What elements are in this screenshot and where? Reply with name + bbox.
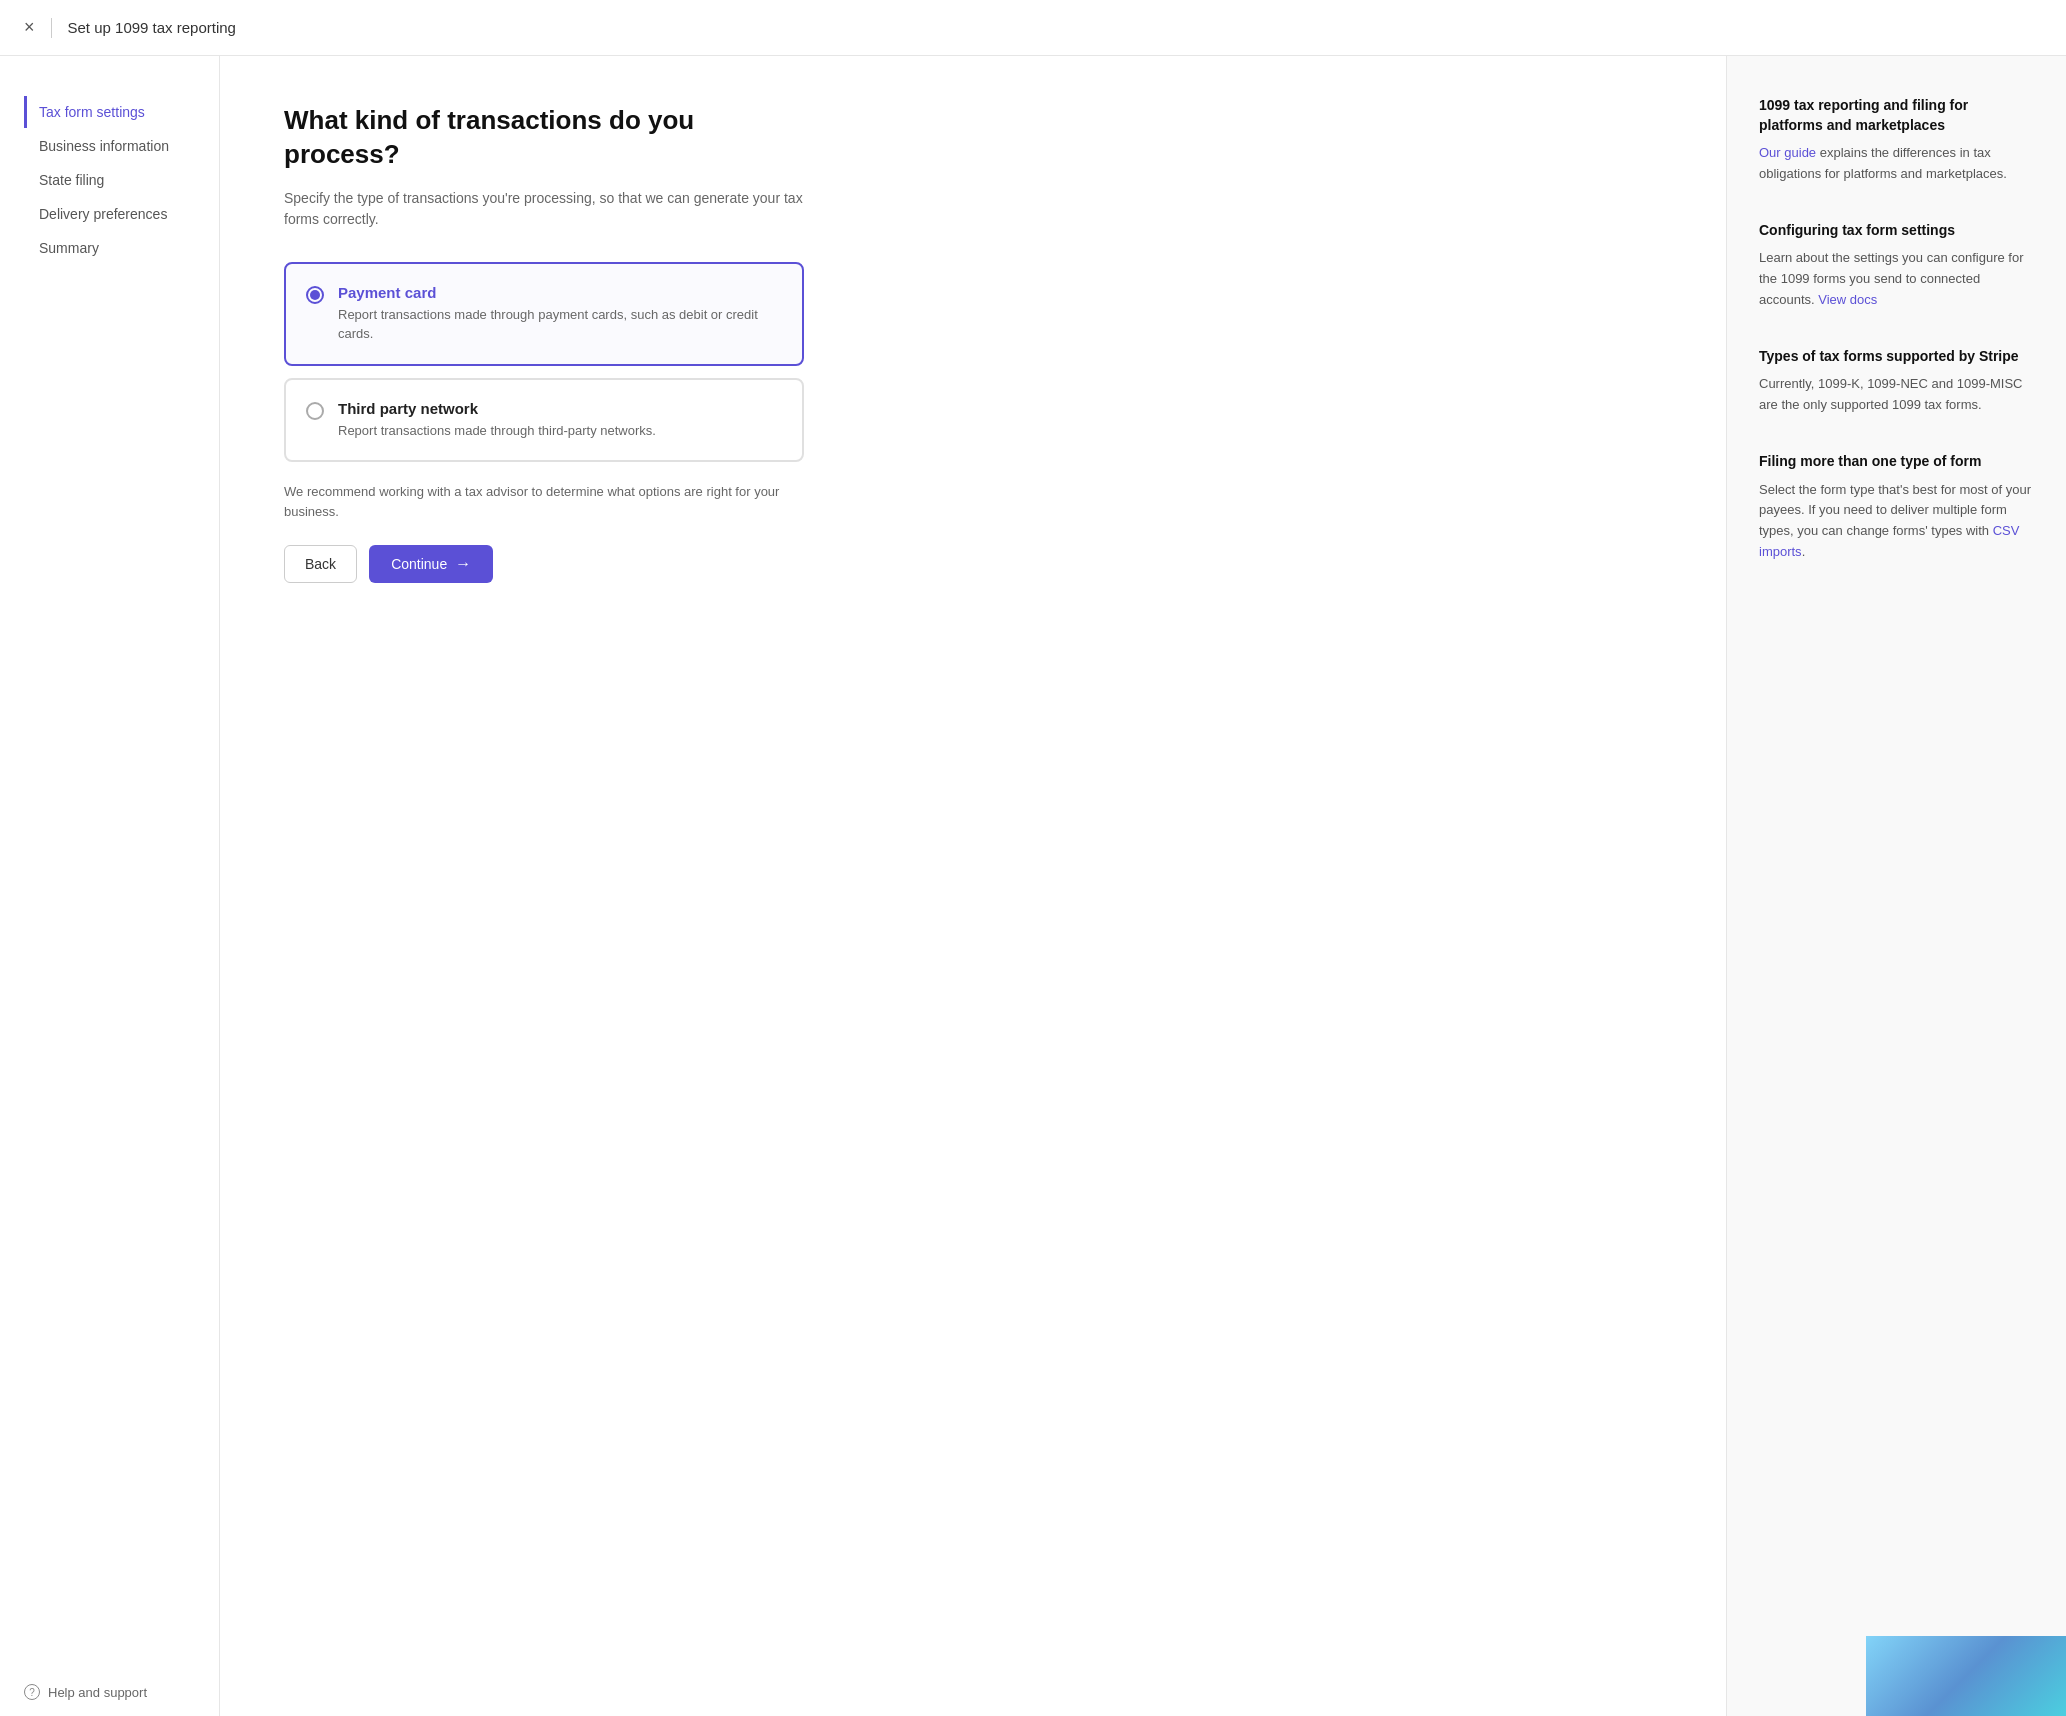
right-section-filing-multiple: Filing more than one type of form Select…: [1759, 452, 2034, 563]
sidebar-item-summary[interactable]: Summary: [24, 232, 195, 264]
option-third-party-network-content: Third party network Report transactions …: [338, 400, 656, 441]
sidebar-item-state-filing[interactable]: State filing: [24, 164, 195, 196]
main-layout: Tax form settings Business information S…: [0, 56, 2066, 1716]
option-third-party-network-desc: Report transactions made through third-p…: [338, 421, 656, 441]
option-payment-card-label: Payment card: [338, 284, 782, 301]
radio-payment-card: [306, 286, 324, 304]
option-payment-card[interactable]: Payment card Report transactions made th…: [284, 262, 804, 366]
sidebar-item-business-information[interactable]: Business information: [24, 130, 195, 162]
header-divider: [51, 18, 52, 38]
sidebar: Tax form settings Business information S…: [0, 56, 220, 1716]
right-section-types-text: Currently, 1099-K, 1099-NEC and 1099-MIS…: [1759, 374, 2034, 416]
option-payment-card-content: Payment card Report transactions made th…: [338, 284, 782, 344]
header-title: Set up 1099 tax reporting: [68, 19, 236, 36]
page-subtitle: Specify the type of transactions you're …: [284, 188, 804, 230]
right-panel: 1099 tax reporting and filing for platfo…: [1726, 56, 2066, 1716]
option-third-party-network[interactable]: Third party network Report transactions …: [284, 378, 804, 463]
help-icon: ?: [24, 1684, 40, 1700]
right-section-platforms-text: Our guide explains the differences in ta…: [1759, 143, 2034, 185]
help-support-label: Help and support: [48, 1685, 147, 1700]
option-payment-card-desc: Report transactions made through payment…: [338, 305, 782, 344]
right-section-platforms-title: 1099 tax reporting and filing for platfo…: [1759, 96, 2034, 135]
right-section-types-title: Types of tax forms supported by Stripe: [1759, 347, 2034, 367]
option-third-party-network-label: Third party network: [338, 400, 656, 417]
content-main: What kind of transactions do you process…: [284, 104, 804, 583]
right-section-configuring-title: Configuring tax form settings: [1759, 221, 2034, 241]
page-title: What kind of transactions do you process…: [284, 104, 804, 172]
back-button[interactable]: Back: [284, 545, 357, 583]
right-section-configuring: Configuring tax form settings Learn abou…: [1759, 221, 2034, 311]
content-area: What kind of transactions do you process…: [220, 56, 1726, 1716]
right-section-platforms: 1099 tax reporting and filing for platfo…: [1759, 96, 2034, 185]
view-docs-link[interactable]: View docs: [1818, 292, 1877, 307]
sidebar-item-delivery-preferences[interactable]: Delivery preferences: [24, 198, 195, 230]
radio-third-party-network: [306, 402, 324, 420]
right-section-filing-multiple-title: Filing more than one type of form: [1759, 452, 2034, 472]
button-row: Back Continue →: [284, 545, 804, 583]
close-button[interactable]: ×: [24, 17, 35, 38]
continue-button[interactable]: Continue →: [369, 545, 493, 583]
footer[interactable]: ? Help and support: [0, 1668, 171, 1716]
header: × Set up 1099 tax reporting: [0, 0, 2066, 56]
recommendation-text: We recommend working with a tax advisor …: [284, 482, 804, 521]
right-section-filing-multiple-text: Select the form type that's best for mos…: [1759, 480, 2034, 563]
csv-imports-link[interactable]: CSV imports: [1759, 523, 2019, 559]
right-section-configuring-text: Learn about the settings you can configu…: [1759, 248, 2034, 310]
arrow-icon: →: [455, 555, 471, 573]
right-section-types: Types of tax forms supported by Stripe C…: [1759, 347, 2034, 416]
our-guide-link[interactable]: Our guide: [1759, 145, 1816, 160]
sidebar-item-tax-form-settings[interactable]: Tax form settings: [24, 96, 195, 128]
